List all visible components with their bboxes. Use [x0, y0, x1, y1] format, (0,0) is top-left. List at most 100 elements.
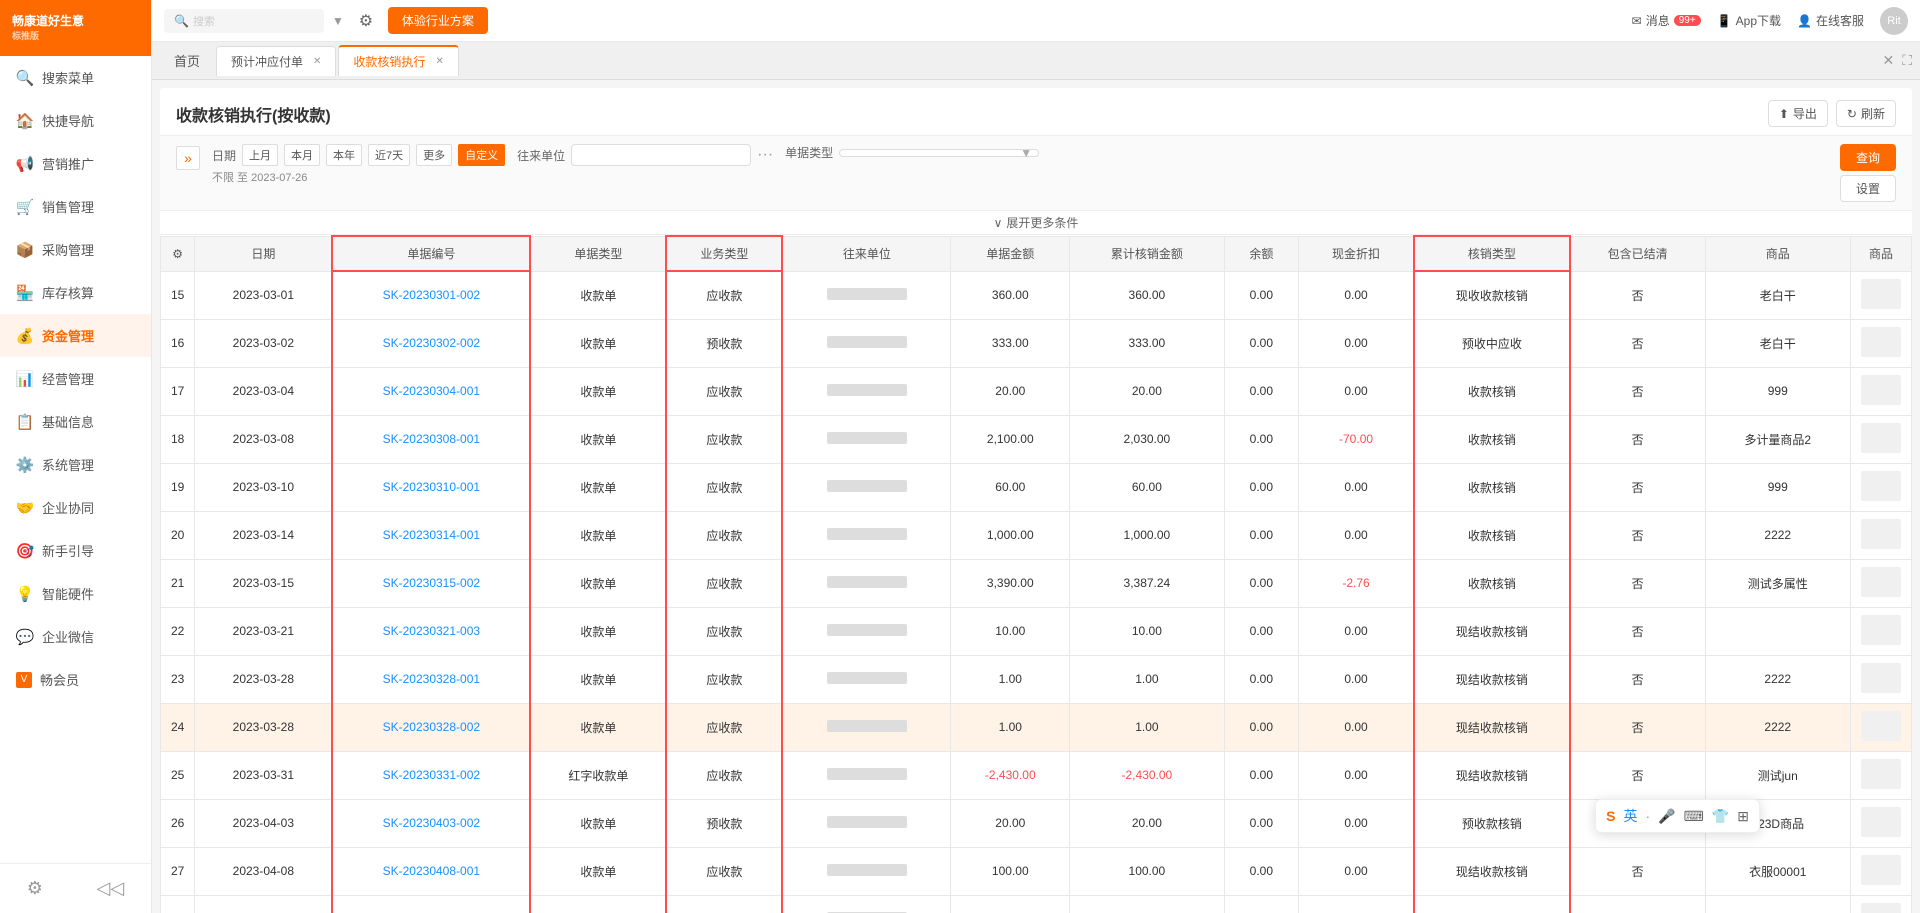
sidebar-item-finance[interactable]: 💰 资金管理 [0, 314, 151, 357]
sidebar-item-hardware[interactable]: 💡 智能硬件 [0, 572, 151, 615]
doc-no-link[interactable]: SK-20230310-001 [383, 480, 480, 494]
this-month-btn[interactable]: 本月 [284, 144, 320, 166]
solution-button[interactable]: 体验行业方案 [388, 7, 488, 34]
row-doc-no: SK-20230308-001 [332, 415, 530, 463]
refresh-button[interactable]: ↻ 刷新 [1836, 100, 1896, 127]
table-row: 27 2023-04-08 SK-20230408-001 收款单 应收款 10… [161, 847, 1912, 895]
query-button[interactable]: 查询 [1840, 144, 1896, 171]
partner-ellipsis-icon[interactable]: ··· [757, 146, 773, 164]
row-balance: 0.00 [1224, 655, 1299, 703]
tab-home-label: 首页 [174, 51, 200, 70]
row-biz-type: 应收款 [666, 367, 782, 415]
sidebar-item-basic[interactable]: 📋 基础信息 [0, 400, 151, 443]
row-date: 2023-03-28 [195, 655, 332, 703]
row-goods2 [1851, 847, 1912, 895]
sidebar-item-wechat[interactable]: 💬 企业微信 [0, 615, 151, 658]
row-amount: 3,390.00 [951, 559, 1070, 607]
sidebar-item-search[interactable]: 🔍 搜索菜单 [0, 56, 151, 99]
row-discount: -70.00 [1299, 415, 1414, 463]
sidebar-item-purchase[interactable]: 📦 采购管理 [0, 228, 151, 271]
row-discount: 0.00 [1299, 799, 1414, 847]
doc-no-link[interactable]: SK-20230331-002 [383, 768, 480, 782]
sidebar-item-label: 搜索菜单 [42, 68, 94, 87]
row-balance: 0.00 [1224, 463, 1299, 511]
sales-icon: 🛒 [16, 198, 34, 216]
row-verify-type: 现收收款核销 [1414, 271, 1570, 319]
gear-icon[interactable]: ⚙ [352, 7, 380, 35]
row-goods2 [1851, 559, 1912, 607]
row-partner [782, 511, 950, 559]
sidebar-item-collab[interactable]: 🤝 企业协同 [0, 486, 151, 529]
row-balance: 0.00 [1224, 703, 1299, 751]
tab-home[interactable]: 首页 [160, 45, 214, 76]
row-partner [782, 703, 950, 751]
tab-close-receipt-icon[interactable]: ✕ [435, 56, 443, 67]
custom-date-btn[interactable]: 自定义 [458, 144, 505, 166]
sidebar-item-member[interactable]: V 畅会员 [0, 658, 151, 701]
sidebar-item-operations[interactable]: 📊 经营管理 [0, 357, 151, 400]
doc-no-link[interactable]: SK-20230328-002 [383, 720, 480, 734]
last-month-btn[interactable]: 上月 [242, 144, 278, 166]
logo-sub: 标推版 [12, 29, 84, 42]
sidebar-item-marketing[interactable]: 📢 营销推广 [0, 142, 151, 185]
doc-no-link[interactable]: SK-20230302-002 [383, 336, 480, 350]
collab-icon: 🤝 [16, 499, 34, 517]
doc-no-link[interactable]: SK-20230315-002 [383, 576, 480, 590]
doc-no-link[interactable]: SK-20230328-001 [383, 672, 480, 686]
maximize-icon[interactable]: ⛶ [1902, 52, 1912, 69]
user-avatar[interactable]: Rit [1880, 7, 1908, 35]
sidebar-item-system[interactable]: ⚙️ 系统管理 [0, 443, 151, 486]
row-balance: 0.00 [1224, 847, 1299, 895]
more-date-btn[interactable]: 更多 [416, 144, 452, 166]
settings-bottom-icon[interactable]: ⚙ [17, 872, 53, 905]
row-verify-type: 收款核销 [1414, 511, 1570, 559]
doc-no-link[interactable]: SK-20230321-003 [383, 624, 480, 638]
row-verify-type: 收款核销 [1414, 367, 1570, 415]
sidebar-item-sales[interactable]: 🛒 销售管理 [0, 185, 151, 228]
row-date: 2023-03-10 [195, 463, 332, 511]
doc-no-link[interactable]: SK-20230301-002 [383, 288, 480, 302]
doc-no-link[interactable]: SK-20230314-001 [383, 528, 480, 542]
messages-item[interactable]: ✉ 消息 99+ [1632, 12, 1701, 29]
doc-no-link[interactable]: SK-20230408-001 [383, 864, 480, 878]
row-doc-type: 收款单 [530, 655, 666, 703]
row-partner [782, 367, 950, 415]
doc-no-link[interactable]: SK-20230308-001 [383, 432, 480, 446]
this-year-btn[interactable]: 本年 [326, 144, 362, 166]
expand-more-btn[interactable]: ∨ 展开更多条件 [994, 214, 1079, 231]
doc-no-link[interactable]: SK-20230403-002 [383, 816, 480, 830]
tab-prepayment[interactable]: 预计冲应付单 ✕ [216, 46, 336, 76]
sidebar-item-tutorial[interactable]: 🎯 新手引导 [0, 529, 151, 572]
doc-no-link[interactable]: SK-20230304-001 [383, 384, 480, 398]
app-download-item[interactable]: 📱 App下载 [1717, 12, 1781, 29]
sidebar-item-quicknav[interactable]: 🏠 快捷导航 [0, 99, 151, 142]
tab-receipt-verify[interactable]: 收款核销执行 ✕ [338, 45, 458, 76]
last7-btn[interactable]: 近7天 [368, 144, 410, 166]
online-service-item[interactable]: 👤 在线客服 [1797, 12, 1864, 29]
row-balance: 0.00 [1224, 367, 1299, 415]
topbar-right: ✉ 消息 99+ 📱 App下载 👤 在线客服 Rit [1632, 7, 1908, 35]
export-button[interactable]: ⬆ 导出 [1768, 100, 1828, 127]
table-row: 21 2023-03-15 SK-20230315-002 收款单 应收款 3,… [161, 559, 1912, 607]
refresh-icon: ↻ [1847, 107, 1857, 121]
hardware-icon: 💡 [16, 585, 34, 603]
row-biz-type: 应收款 [666, 703, 782, 751]
close-tab-icon[interactable]: ✕ [1882, 52, 1894, 69]
dropdown-arrow-icon: ▼ [332, 14, 344, 28]
collapse-icon[interactable]: ◁◁ [87, 872, 135, 905]
th-gear[interactable]: ⚙ [161, 236, 195, 271]
filter-settings-button[interactable]: 设置 [1840, 175, 1896, 202]
app-icon: 📱 [1717, 14, 1732, 28]
row-biz-type: 应收款 [666, 559, 782, 607]
doctype-select[interactable]: ▼ [839, 149, 1039, 157]
row-discount: 0.00 [1299, 655, 1414, 703]
tab-prepayment-label: 预计冲应付单 [231, 53, 303, 70]
service-icon: 👤 [1797, 14, 1812, 28]
topbar-search-area[interactable]: 🔍 搜索 [164, 9, 324, 33]
partner-input[interactable] [571, 144, 751, 166]
tab-close-prepayment-icon[interactable]: ✕ [313, 56, 321, 67]
filter-expand-btn[interactable]: » [176, 146, 200, 170]
sidebar-item-inventory[interactable]: 🏪 库存核算 [0, 271, 151, 314]
row-partner [782, 271, 950, 319]
row-num: 19 [161, 463, 195, 511]
